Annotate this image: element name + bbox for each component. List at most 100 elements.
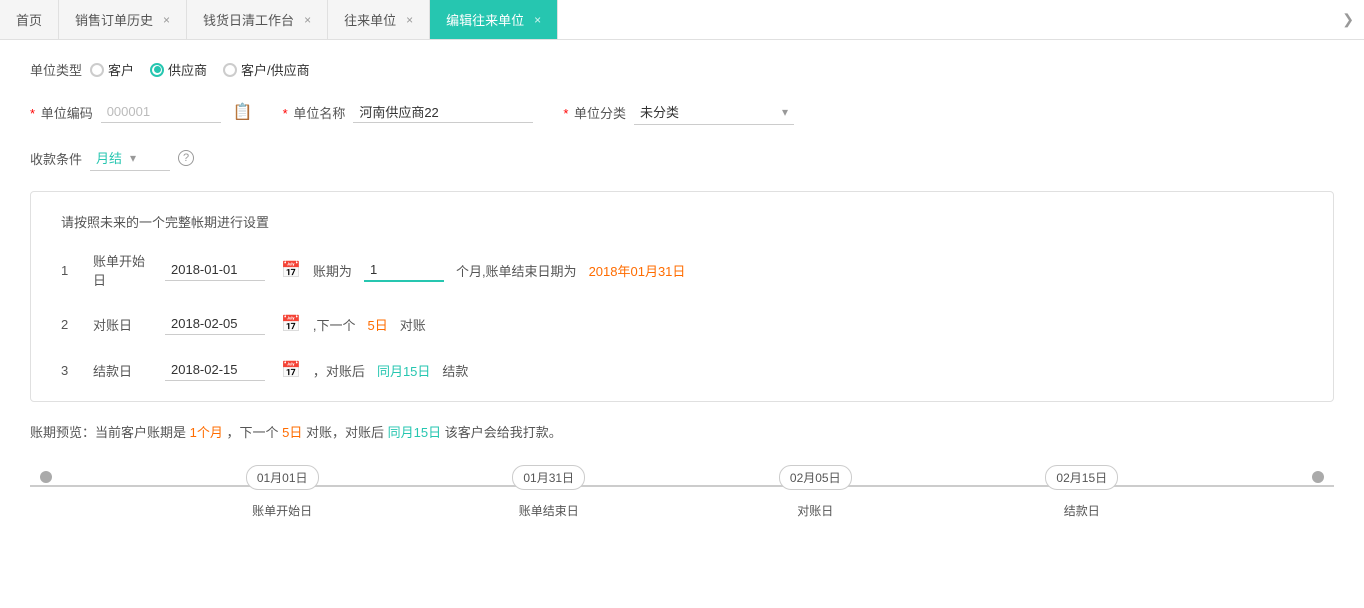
- timeline-start-circle: [40, 471, 52, 483]
- preview-part1: 1个月: [190, 425, 223, 440]
- unit-type-radio-group: 客户 供应商 客户/供应商: [90, 60, 310, 79]
- unit-class-label: * 单位分类: [563, 103, 626, 122]
- period-label-1: 账单开始日: [93, 251, 153, 289]
- timeline-node-2: 01月31日 账单结束日: [512, 465, 585, 519]
- preview-sep2: 对账，对账后: [306, 425, 384, 440]
- tab-edit-contacts-close[interactable]: ×: [534, 13, 541, 27]
- timeline-node-3: 02月05日 对账日: [779, 465, 852, 519]
- tab-cash-workbench[interactable]: 钱货日清工作台 ×: [187, 0, 328, 39]
- unit-fields-row: * 单位编码 📋 * 单位名称 * 单位分类 未分类 ▾: [30, 99, 1334, 125]
- unit-class-value: 未分类: [640, 102, 774, 121]
- payment-group: 收款条件 月结 ▾ ?: [30, 145, 194, 171]
- radio-both-circle: [223, 63, 237, 77]
- tab-sales-history-label: 销售订单历史: [75, 10, 153, 29]
- radio-customer[interactable]: 客户: [90, 60, 134, 79]
- timeline-badge-2: 01月31日: [512, 465, 585, 490]
- period-date-1[interactable]: [165, 259, 265, 281]
- preview-text: 账期预览：当前客户账期是 1个月 ，下一个 5日 对账，对账后 同月15日 该客…: [30, 422, 1334, 441]
- unit-class-select[interactable]: 未分类 ▾: [634, 99, 794, 125]
- unit-code-input[interactable]: [101, 101, 221, 123]
- tab-edit-contacts[interactable]: 编辑往来单位 ×: [430, 0, 558, 39]
- period-row-1: 1 账单开始日 📅 账期为 个月,账单结束日期为 2018年01月31日: [61, 251, 1303, 289]
- period-label-2: 对账日: [93, 315, 153, 334]
- payment-row: 收款条件 月结 ▾ ?: [30, 145, 1334, 171]
- timeline-container: 01月01日 账单开始日 01月31日 账单结束日 02月05日 对账日 02月…: [30, 465, 1334, 519]
- expand-icon: ❯: [1342, 11, 1354, 28]
- timeline-start-dot: [40, 471, 52, 483]
- cal-icon-1[interactable]: 📅: [281, 260, 301, 280]
- radio-both-label: 客户/供应商: [241, 60, 310, 79]
- period-highlight-2: 5日: [368, 315, 388, 334]
- tab-sales-history[interactable]: 销售订单历史 ×: [59, 0, 187, 39]
- preview-part3: 同月15日: [388, 425, 441, 440]
- unit-type-group: 单位类型 客户 供应商 客户/供应商: [30, 60, 310, 79]
- period-months-suffix-1: 个月,账单结束日期为: [456, 261, 577, 280]
- radio-supplier-label: 供应商: [168, 60, 207, 79]
- period-date-3[interactable]: [165, 359, 265, 381]
- period-date-2[interactable]: [165, 313, 265, 335]
- preview-part2: 5日: [282, 425, 302, 440]
- cal-icon-2[interactable]: 📅: [281, 314, 301, 334]
- main-content: 单位类型 客户 供应商 客户/供应商 * 单位编码: [0, 40, 1364, 608]
- radio-supplier[interactable]: 供应商: [150, 60, 207, 79]
- timeline-end-circle: [1312, 471, 1324, 483]
- period-row-3: 3 结款日 📅 ，对账后 同月15日 结款: [61, 359, 1303, 381]
- timeline-badge-1: 01月01日: [246, 465, 319, 490]
- unit-name-label: * 单位名称: [283, 103, 346, 122]
- tab-home-label: 首页: [16, 10, 42, 29]
- payment-select[interactable]: 月结 ▾: [90, 145, 170, 171]
- unit-type-label: 单位类型: [30, 60, 82, 79]
- help-icon[interactable]: ?: [178, 150, 194, 166]
- unit-code-group: * 单位编码 📋: [30, 101, 253, 123]
- tab-contacts-close[interactable]: ×: [406, 13, 413, 27]
- unit-name-group: * 单位名称: [283, 101, 534, 123]
- period-num-2: 2: [61, 317, 81, 332]
- period-suffix-3: 结款: [442, 361, 468, 380]
- payment-value: 月结: [96, 148, 122, 167]
- period-months-input[interactable]: [364, 259, 444, 282]
- preview-sep1: ，下一个: [227, 425, 279, 440]
- unit-type-row: 单位类型 客户 供应商 客户/供应商: [30, 60, 1334, 79]
- tab-cash-workbench-close[interactable]: ×: [304, 13, 311, 27]
- tab-home[interactable]: 首页: [0, 0, 59, 39]
- tab-edit-contacts-label: 编辑往来单位: [446, 10, 524, 29]
- tab-cash-workbench-label: 钱货日清工作台: [203, 10, 294, 29]
- timeline-badge-4: 02月15日: [1045, 465, 1118, 490]
- tab-contacts-label: 往来单位: [344, 10, 396, 29]
- tab-sales-history-close[interactable]: ×: [163, 13, 170, 27]
- period-num-1: 1: [61, 263, 81, 278]
- timeline-badge-3: 02月05日: [779, 465, 852, 490]
- timeline-label-4: 结款日: [1064, 502, 1100, 519]
- payment-label: 收款条件: [30, 149, 82, 168]
- tab-expand-button[interactable]: ❯: [1332, 0, 1364, 39]
- timeline-end-dot: [1312, 471, 1324, 483]
- timeline-label-3: 对账日: [797, 502, 833, 519]
- tab-bar: 首页 销售订单历史 × 钱货日清工作台 × 往来单位 × 编辑往来单位 × ❯: [0, 0, 1364, 40]
- unit-class-group: * 单位分类 未分类 ▾: [563, 99, 794, 125]
- timeline-node-1: 01月01日 账单开始日: [246, 465, 319, 519]
- tab-contacts[interactable]: 往来单位 ×: [328, 0, 430, 39]
- preview-suffix: 该客户会给我打款。: [445, 425, 562, 440]
- period-end-date-1: 2018年01月31日: [589, 261, 686, 280]
- radio-supplier-circle: [150, 63, 164, 77]
- unit-name-input[interactable]: [353, 101, 533, 123]
- timeline-label-1: 账单开始日: [252, 502, 312, 519]
- cal-icon-3[interactable]: 📅: [281, 360, 301, 380]
- period-prefix-2: ,下一个: [313, 315, 356, 334]
- period-label-3: 结款日: [93, 361, 153, 380]
- radio-customer-circle: [90, 63, 104, 77]
- preview-label: 账期预览：当前客户账期是: [30, 425, 186, 440]
- copy-icon[interactable]: 📋: [233, 102, 253, 122]
- period-suffix-2: 对账: [400, 315, 426, 334]
- unit-code-label: * 单位编码: [30, 103, 93, 122]
- required-star-class: *: [563, 106, 568, 121]
- period-highlight-3: 同月15日: [377, 361, 430, 380]
- radio-customer-label: 客户: [108, 60, 134, 79]
- unit-class-arrow-icon: ▾: [782, 105, 788, 119]
- timeline-nodes: 01月01日 账单开始日 01月31日 账单结束日 02月05日 对账日 02月…: [40, 465, 1324, 519]
- radio-both[interactable]: 客户/供应商: [223, 60, 310, 79]
- period-prefix-3: ，对账后: [313, 361, 365, 380]
- period-row-2: 2 对账日 📅 ,下一个 5日 对账: [61, 313, 1303, 335]
- period-card: 请按照未来的一个完整帐期进行设置 1 账单开始日 📅 账期为 个月,账单结束日期…: [30, 191, 1334, 402]
- period-suffix-text-1: 账期为: [313, 261, 352, 280]
